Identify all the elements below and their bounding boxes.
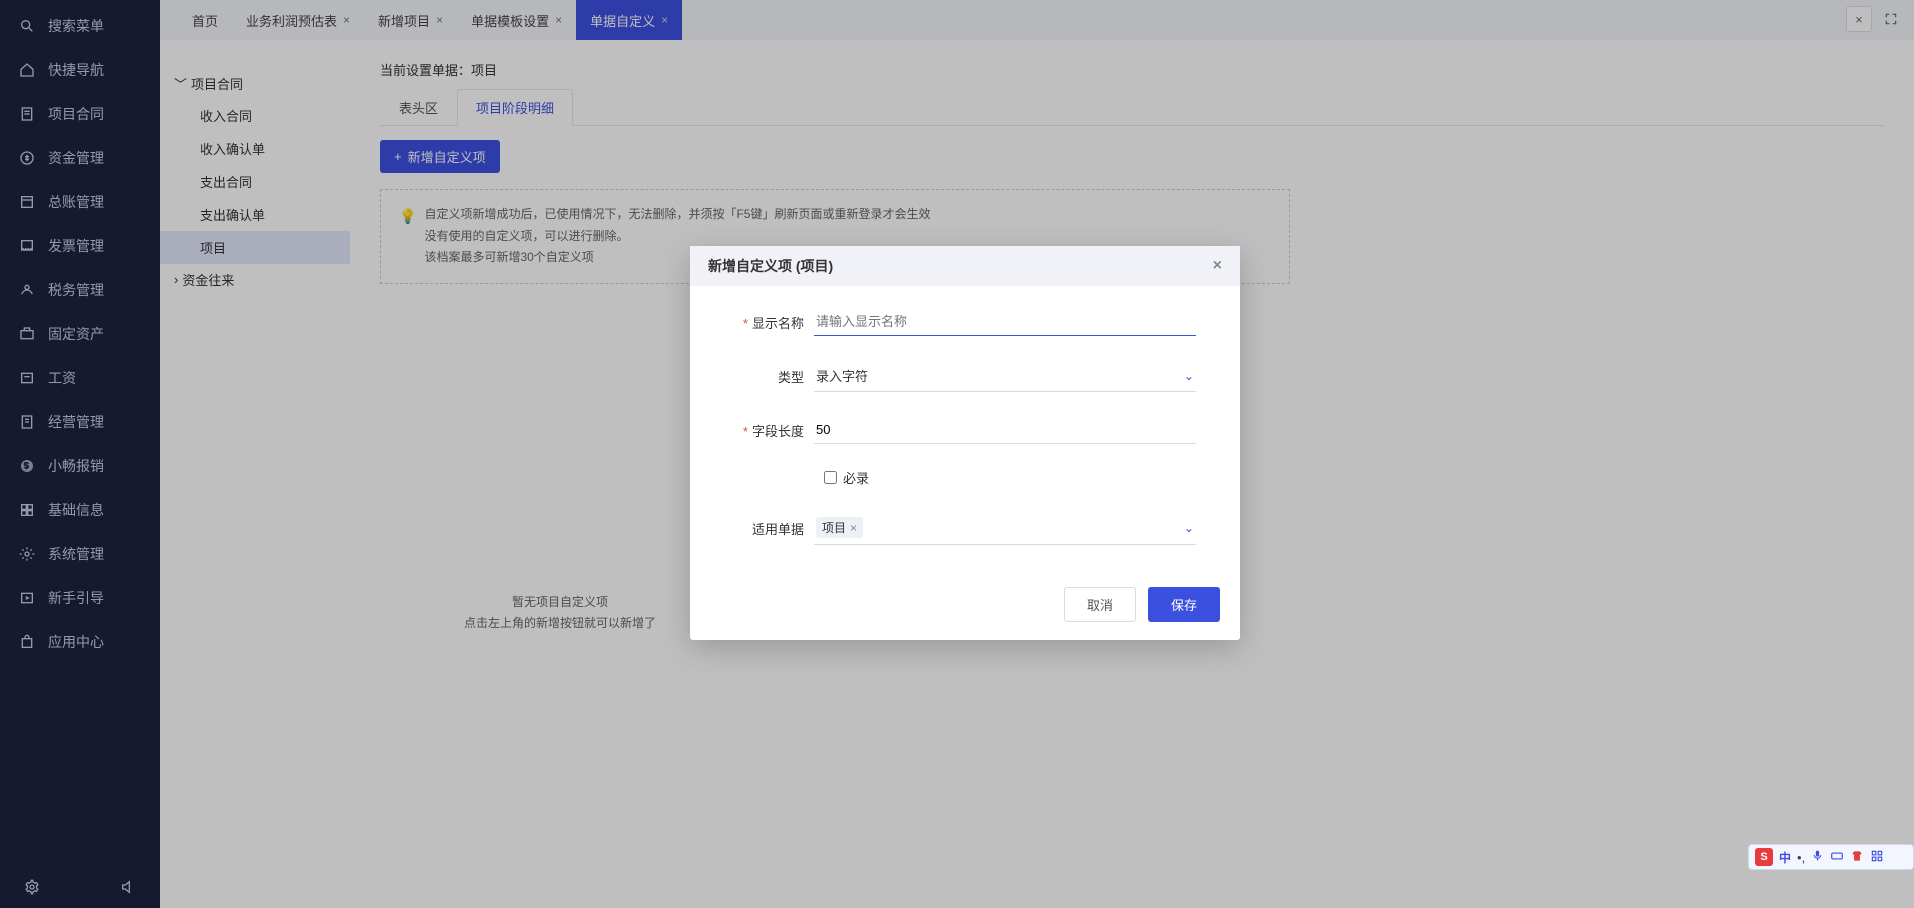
field-row-required: 必录 [734,468,1196,487]
label-text: 适用单据 [752,522,804,537]
ime-punct-icon[interactable]: •, [1797,850,1805,865]
applyto-tag-label: 项目 [822,519,846,536]
modal-body: *显示名称 类型 录入字符 ⌄ *字段长度 必录 适用 [690,286,1240,579]
field-row-display-name: *显示名称 [734,308,1196,336]
ime-logo-icon: S [1755,848,1773,866]
field-label: *显示名称 [734,313,814,332]
label-text: 字段长度 [752,424,804,439]
type-select-value: 录入字符 [816,366,868,385]
required-checkbox[interactable] [824,471,837,484]
ime-toolbar[interactable]: S 中 •, [1748,844,1914,870]
label-text: 类型 [778,370,804,385]
modal-close-icon[interactable]: × [1213,257,1222,275]
applyto-select[interactable]: 项目 × ⌄ [814,511,1196,545]
length-input[interactable] [814,416,1196,444]
tag-remove-icon[interactable]: × [850,521,857,535]
modal-title: 新增自定义项 (项目) [708,256,833,276]
field-row-type: 类型 录入字符 ⌄ [734,360,1196,392]
display-name-input[interactable] [814,308,1196,336]
type-select[interactable]: 录入字符 ⌄ [814,360,1196,392]
ime-keyboard-icon[interactable] [1830,849,1844,866]
label-text: 显示名称 [752,316,804,331]
modal-header: 新增自定义项 (项目) × [690,246,1240,286]
field-row-length: *字段长度 [734,416,1196,444]
ime-mic-icon[interactable] [1811,849,1824,865]
cancel-label: 取消 [1087,598,1113,613]
required-label: 必录 [843,468,869,487]
field-label: *字段长度 [734,421,814,440]
field-row-applyto: 适用单据 项目 × ⌄ [734,511,1196,545]
save-button[interactable]: 保存 [1148,587,1220,622]
field-label: 类型 [734,367,814,386]
ime-tool-icon[interactable] [1870,849,1884,866]
ime-skin-icon[interactable] [1850,849,1864,866]
chevron-down-icon: ⌄ [1184,521,1194,535]
field-label: 适用单据 [734,519,814,538]
cancel-button[interactable]: 取消 [1064,587,1136,622]
save-label: 保存 [1171,598,1197,613]
modal-footer: 取消 保存 [690,579,1240,640]
ime-lang[interactable]: 中 [1779,849,1791,866]
chevron-down-icon: ⌄ [1184,369,1194,383]
add-custom-modal: 新增自定义项 (项目) × *显示名称 类型 录入字符 ⌄ *字段长度 [690,246,1240,640]
applyto-tag: 项目 × [816,517,863,538]
